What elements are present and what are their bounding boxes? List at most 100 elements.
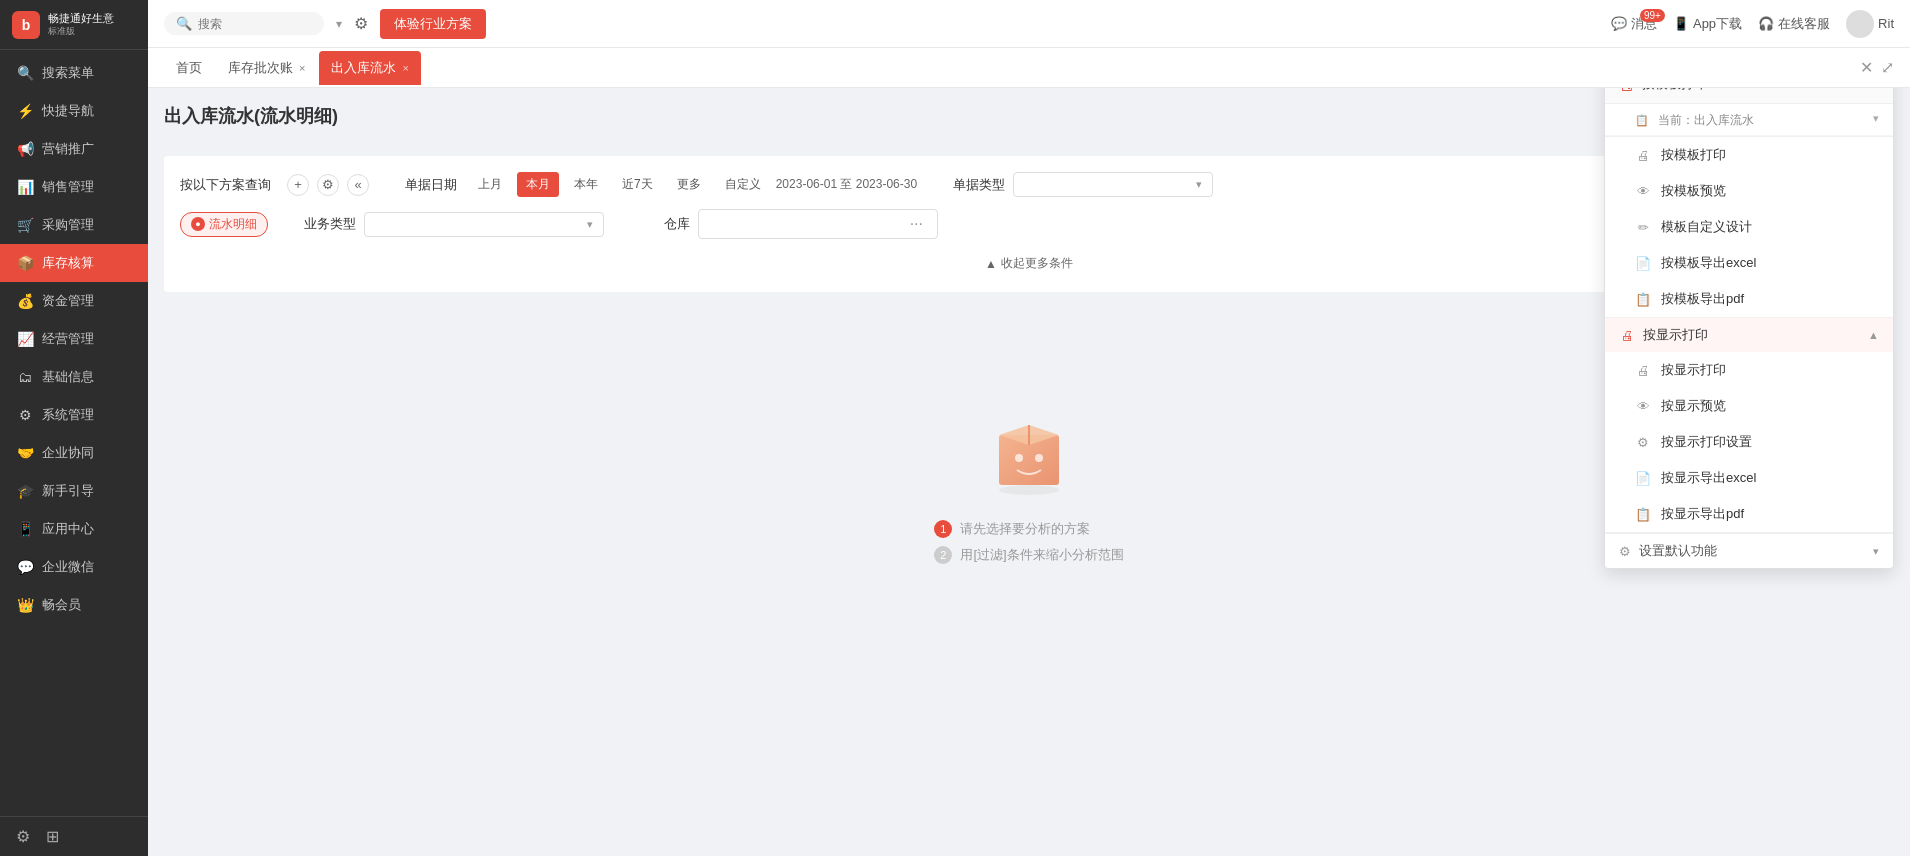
collapse-sidebar-icon[interactable]: ⊞	[46, 827, 59, 846]
search-nav-icon: 🔍	[16, 64, 34, 82]
tab-expand-icon[interactable]: ⤢	[1881, 58, 1894, 77]
app-center-icon: 📱	[16, 520, 34, 538]
topbar-gear-icon[interactable]: ⚙	[354, 14, 368, 33]
sidebar-item-label: 企业协同	[42, 444, 94, 462]
dropdown-current-chevron: ▾	[1873, 112, 1879, 129]
marketing-icon: 📢	[16, 140, 34, 158]
tabs-bar: 首页 库存批次账 × 出入库流水 × ✕ ⤢	[148, 48, 1910, 88]
sidebar-item-enterprise-wechat[interactable]: 💬 企业微信	[0, 548, 148, 586]
dropdown-display-section-label: 按显示打印	[1643, 326, 1708, 344]
online-service-btn[interactable]: 🎧 在线客服	[1758, 15, 1830, 33]
dropdown-item-template-export-pdf[interactable]: 📋 按模板导出pdf	[1605, 281, 1893, 317]
dropdown-item-template-preview-label: 按模板预览	[1661, 182, 1726, 200]
dropdown-footer-chevron: ▾	[1873, 545, 1879, 558]
dropdown-item-display-print-settings[interactable]: ⚙ 按显示打印设置	[1605, 424, 1893, 460]
template-customize-icon: ✏	[1635, 220, 1651, 235]
dropdown-header[interactable]: 🖨 按模板打印 ▲	[1605, 88, 1893, 104]
sidebar-bottom: ⚙ ⊞	[0, 816, 148, 856]
sidebar-nav: 🔍 搜索菜单 ⚡ 快捷导航 📢 营销推广 📊 销售管理 🛒 采购管理 📦 库存核…	[0, 50, 148, 816]
message-badge: 99+	[1640, 9, 1665, 22]
app-download-btn[interactable]: 📱 App下载	[1673, 15, 1742, 33]
warehouse-more-icon[interactable]: ···	[910, 215, 923, 233]
sidebar-item-operations[interactable]: 📈 经营管理	[0, 320, 148, 358]
sidebar-item-finance[interactable]: 💰 资金管理	[0, 282, 148, 320]
collapse-filter-btn[interactable]: «	[347, 174, 369, 196]
search-input[interactable]	[198, 17, 298, 31]
warehouse-select[interactable]: ···	[698, 209, 938, 239]
sidebar-item-app-center[interactable]: 📱 应用中心	[0, 510, 148, 548]
dropdown-item-template-export-excel[interactable]: 📄 按模板导出excel	[1605, 245, 1893, 281]
biz-type-select[interactable]: ▾	[364, 212, 604, 237]
dropdown-item-display-export-excel[interactable]: 📄 按显示导出excel	[1605, 460, 1893, 496]
type-label: 单据类型	[953, 176, 1005, 194]
display-section-chevron-up: ▲	[1868, 329, 1879, 341]
collapse-label: 收起更多条件	[1001, 255, 1073, 272]
dropdown-item-template-customize[interactable]: ✏ 模板自定义设计	[1605, 209, 1893, 245]
dropdown-header-right: ▲	[1868, 88, 1879, 90]
flow-filter-tag[interactable]: ● 流水明细	[180, 212, 268, 237]
logo-badge: 标准版	[48, 25, 114, 38]
dropdown-item-template-export-excel-label: 按模板导出excel	[1661, 254, 1756, 272]
biz-type-chevron: ▾	[587, 218, 593, 231]
sidebar-item-sales[interactable]: 📊 销售管理	[0, 168, 148, 206]
date-btn-last-7-days[interactable]: 近7天	[613, 172, 662, 197]
settings-filter-btn[interactable]: ⚙	[317, 174, 339, 196]
type-select[interactable]: ▾	[1013, 172, 1213, 197]
dropdown-item-template-preview[interactable]: 👁 按模板预览	[1605, 173, 1893, 209]
dropdown-footer[interactable]: ⚙ 设置默认功能 ▾	[1605, 533, 1893, 568]
dropdown-item-template-print-label: 按模板打印	[1661, 146, 1726, 164]
empty-step-2: 2 用[过滤]条件来缩小分析范围	[934, 546, 1123, 564]
date-btn-more[interactable]: 更多	[668, 172, 710, 197]
step-2-label: 用[过滤]条件来缩小分析范围	[960, 546, 1123, 564]
filter-actions: + ⚙ «	[287, 174, 369, 196]
sidebar-item-system[interactable]: ⚙ 系统管理	[0, 396, 148, 434]
sidebar-item-guide[interactable]: 🎓 新手引导	[0, 472, 148, 510]
dropdown-current[interactable]: 📋 当前：出入库流水 ▾	[1605, 104, 1893, 136]
dropdown-item-display-preview[interactable]: 👁 按显示预览	[1605, 388, 1893, 424]
topbar-search[interactable]: 🔍	[164, 12, 324, 35]
date-btn-custom[interactable]: 自定义	[716, 172, 770, 197]
tab-stock-flow[interactable]: 出入库流水 ×	[319, 51, 420, 85]
tab-home[interactable]: 首页	[164, 51, 214, 85]
dropdown-item-template-print[interactable]: 🖨 按模板打印	[1605, 137, 1893, 173]
collapse-btn[interactable]: ▲ 收起更多条件	[973, 251, 1085, 276]
date-btn-last-month[interactable]: 上月	[469, 172, 511, 197]
topbar-dropdown-chevron[interactable]: ▾	[336, 17, 342, 31]
dropdown-item-display-print[interactable]: 🖨 按显示打印	[1605, 352, 1893, 388]
cooperation-icon: 🤝	[16, 444, 34, 462]
tab-batch-account-close[interactable]: ×	[299, 62, 305, 74]
tab-close-all-icon[interactable]: ✕	[1860, 58, 1873, 77]
display-export-pdf-icon: 📋	[1635, 507, 1651, 522]
display-export-excel-icon: 📄	[1635, 471, 1651, 486]
sidebar-item-label: 销售管理	[42, 178, 94, 196]
sidebar-item-marketing[interactable]: 📢 营销推广	[0, 130, 148, 168]
tag-icon: ●	[191, 217, 205, 231]
sidebar-item-label: 系统管理	[42, 406, 94, 424]
settings-icon[interactable]: ⚙	[16, 827, 30, 846]
tab-batch-account[interactable]: 库存批次账 ×	[216, 51, 317, 85]
sidebar-item-inventory[interactable]: 📦 库存核算	[0, 244, 148, 282]
dropdown-item-display-export-pdf[interactable]: 📋 按显示导出pdf	[1605, 496, 1893, 532]
system-icon: ⚙	[16, 406, 34, 424]
dropdown-display-section-header[interactable]: 🖨 按显示打印 ▲	[1605, 318, 1893, 352]
industry-btn[interactable]: 体验行业方案	[380, 9, 486, 39]
print-dropdown-panel: 🖨 按模板打印 ▲ 📋 当前：出入库流水 ▾	[1604, 88, 1894, 569]
add-filter-btn[interactable]: +	[287, 174, 309, 196]
date-btn-this-year[interactable]: 本年	[565, 172, 607, 197]
sidebar-item-search[interactable]: 🔍 搜索菜单	[0, 54, 148, 92]
sidebar-item-cooperation[interactable]: 🤝 企业协同	[0, 434, 148, 472]
content-wrapper: 出入库流水(流水明细) 🖨 按模板打印 ▲ ⬆ 导出 ↻ 刷新	[164, 104, 1894, 632]
sidebar-item-label: 畅会员	[42, 596, 81, 614]
sidebar-item-label: 营销推广	[42, 140, 94, 158]
sidebar-item-basics[interactable]: 🗂 基础信息	[0, 358, 148, 396]
tab-stock-flow-close[interactable]: ×	[402, 62, 408, 74]
step-1-label: 请先选择要分析的方案	[960, 520, 1090, 538]
user-avatar	[1846, 10, 1874, 38]
message-btn[interactable]: 💬 消息 99+	[1611, 15, 1657, 33]
dropdown-display-section-left: 🖨 按显示打印	[1619, 326, 1708, 344]
user-profile[interactable]: Rit	[1846, 10, 1894, 38]
sidebar-item-quick-nav[interactable]: ⚡ 快捷导航	[0, 92, 148, 130]
sidebar-item-membership[interactable]: 👑 畅会员	[0, 586, 148, 624]
sidebar-item-purchase[interactable]: 🛒 采购管理	[0, 206, 148, 244]
date-btn-this-month[interactable]: 本月	[517, 172, 559, 197]
